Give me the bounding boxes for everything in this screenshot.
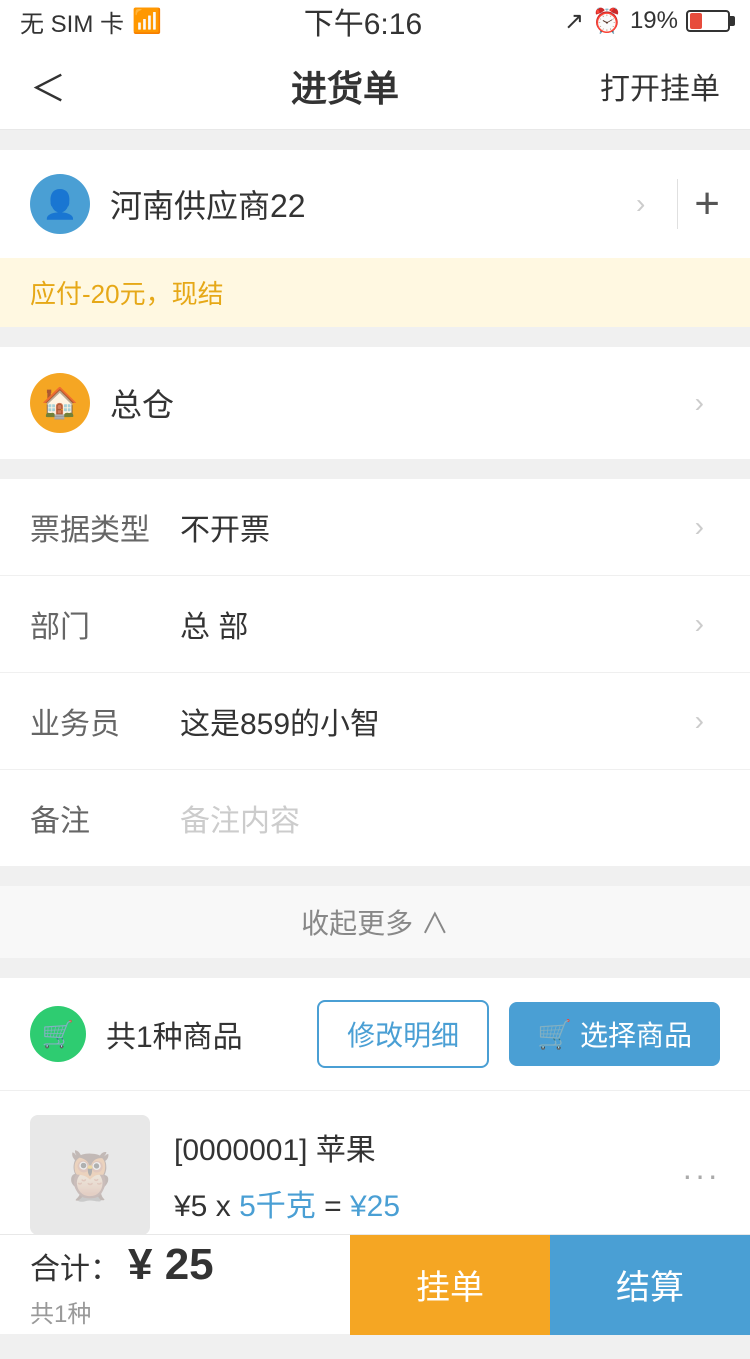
unit-price: ¥5 xyxy=(174,1190,207,1223)
product-info: [0000001] 苹果 ¥5 x 5千克 = ¥25 xyxy=(174,1125,662,1225)
status-bar-left: 无 SIM 卡 📶 xyxy=(20,4,162,39)
open-pending-button[interactable]: 打开挂单 xyxy=(600,64,720,108)
supplier-row[interactable]: 👤 河南供应商22 › + xyxy=(0,150,750,258)
staff-chevron-icon: › xyxy=(695,705,704,737)
page-title: 进货单 xyxy=(291,60,399,112)
products-count: 共1种商品 xyxy=(106,1012,317,1056)
total-amount: ¥ 25 xyxy=(128,1240,214,1290)
dept-label: 部门 xyxy=(30,602,170,646)
total-label-row: 合计： ¥ 25 xyxy=(30,1240,350,1290)
wifi-icon: 📶 xyxy=(132,7,162,36)
status-time: 下午6:16 xyxy=(304,0,422,43)
staff-row[interactable]: 业务员 这是859的小智 › xyxy=(0,673,750,769)
product-more-button[interactable]: ··· xyxy=(662,1157,720,1194)
products-icon: 🛒 xyxy=(30,1006,86,1062)
select-product-label: 选择商品 xyxy=(580,1014,692,1054)
supplier-avatar: 👤 xyxy=(30,174,90,234)
dept-chevron-icon: › xyxy=(695,608,704,640)
products-header: 🛒 共1种商品 修改明细 🛒 选择商品 xyxy=(0,978,750,1090)
invoice-label: 票据类型 xyxy=(30,505,170,549)
product-id: [0000001] xyxy=(174,1134,307,1167)
staff-label: 业务员 xyxy=(30,699,170,743)
battery-icon xyxy=(686,10,730,32)
equals-sign: = xyxy=(324,1190,350,1223)
remark-value[interactable]: 备注内容 xyxy=(180,796,720,840)
section-gap-4 xyxy=(0,866,750,886)
cart-icon: 🛒 xyxy=(537,1018,572,1051)
staff-value: 这是859的小智 xyxy=(180,699,695,743)
warning-banner: 应付-20元，现结 xyxy=(0,258,750,327)
product-thumbnail: 🦉 xyxy=(30,1115,150,1235)
remark-label: 备注 xyxy=(30,796,170,840)
total-label: 合计： xyxy=(30,1244,120,1288)
section-gap-1 xyxy=(0,130,750,150)
multiply-sign: x xyxy=(216,1190,239,1223)
quantity: 5千克 xyxy=(239,1190,316,1223)
section-gap-5 xyxy=(0,958,750,978)
collapse-button[interactable]: 收起更多 ∧ xyxy=(0,886,750,958)
back-button[interactable]: ＜ xyxy=(30,60,90,112)
footer: 合计： ¥ 25 共1种 挂单 结算 xyxy=(0,1234,750,1334)
invoice-chevron-icon: › xyxy=(695,511,704,543)
section-gap-2 xyxy=(0,327,750,347)
warehouse-name: 总仓 xyxy=(110,380,695,426)
select-product-button[interactable]: 🛒 选择商品 xyxy=(509,1002,720,1066)
settle-button[interactable]: 结算 xyxy=(550,1235,750,1335)
nav-bar: ＜ 进货单 打开挂单 xyxy=(0,42,750,130)
carrier-text: 无 SIM 卡 xyxy=(20,4,124,39)
add-supplier-button[interactable]: + xyxy=(694,182,720,226)
status-bar: 无 SIM 卡 📶 下午6:16 ↗ ⏰ 19% xyxy=(0,0,750,42)
invoice-type-row[interactable]: 票据类型 不开票 › xyxy=(0,479,750,575)
status-bar-right: ↗ ⏰ 19% xyxy=(564,7,730,36)
invoice-value: 不开票 xyxy=(180,505,695,549)
item-total: ¥25 xyxy=(350,1190,400,1223)
warehouse-icon: 🏠 xyxy=(30,373,90,433)
edit-detail-button[interactable]: 修改明细 xyxy=(317,1000,489,1068)
warehouse-chevron-icon: › xyxy=(695,387,704,419)
supplier-name: 河南供应商22 xyxy=(110,181,636,227)
product-name: [0000001] 苹果 xyxy=(174,1125,662,1169)
product-title: 苹果 xyxy=(316,1134,376,1167)
remark-row[interactable]: 备注 备注内容 xyxy=(0,770,750,866)
alarm-icon: ⏰ xyxy=(592,7,622,36)
collapse-label: 收起更多 ∧ xyxy=(301,902,449,942)
owl-icon: 🦉 xyxy=(60,1147,120,1204)
total-sub: 共1种 xyxy=(30,1294,350,1329)
footer-total: 合计： ¥ 25 共1种 xyxy=(0,1240,350,1329)
section-gap-3 xyxy=(0,459,750,479)
product-price: ¥5 x 5千克 = ¥25 xyxy=(174,1181,662,1225)
dept-row[interactable]: 部门 总 部 › xyxy=(0,576,750,672)
warehouse-row[interactable]: 🏠 总仓 › xyxy=(0,347,750,459)
dept-value: 总 部 xyxy=(180,602,695,646)
vertical-divider xyxy=(677,179,678,229)
chevron-right-icon: › xyxy=(636,188,645,220)
hang-order-button[interactable]: 挂单 xyxy=(350,1235,550,1335)
avatar-icon: 👤 xyxy=(43,188,78,221)
battery-text: 19% xyxy=(630,7,678,35)
location-icon: ↗ xyxy=(564,7,584,36)
